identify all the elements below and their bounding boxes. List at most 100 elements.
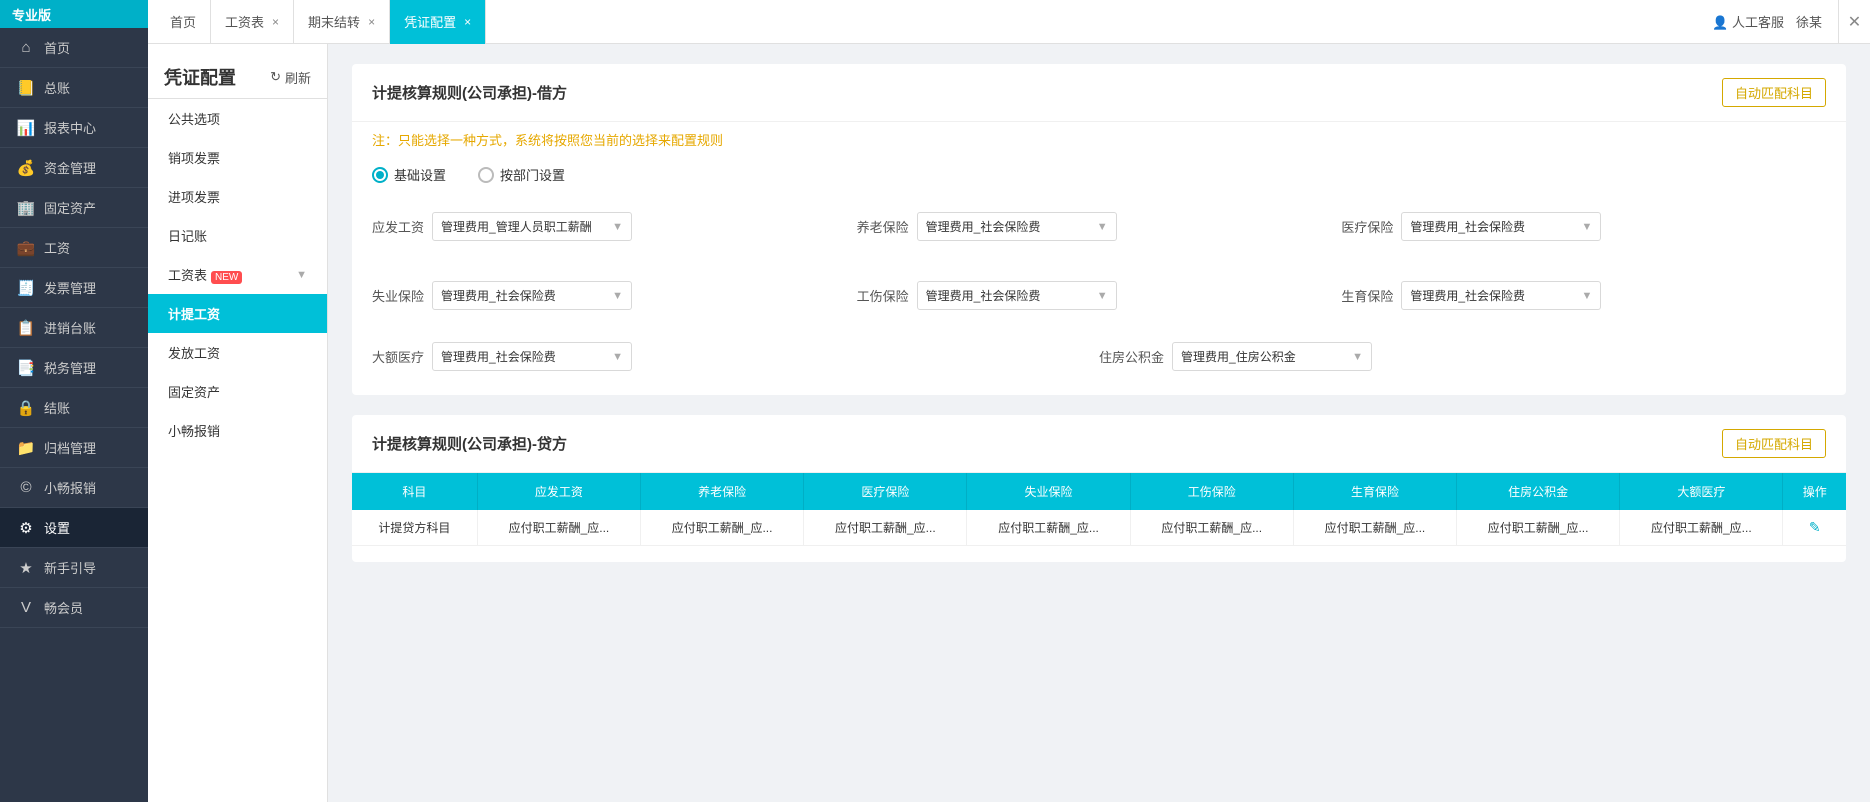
select-gongshang-baoxian-value: 管理费用_社会保险费: [926, 287, 1041, 304]
table-cell: 应付职工薪酬_应...: [1130, 510, 1293, 546]
credit-table-wrapper: 科目应发工资养老保险医疗保险失业保险工伤保险生育保险住房公积金大额医疗操作 计提…: [352, 473, 1846, 562]
sub-sidebar-item-sales-invoice[interactable]: 销项发票: [148, 138, 327, 177]
sidebar-item-xiaochang-expense[interactable]: ©小畅报销: [0, 468, 148, 508]
sidebar-item-reports[interactable]: 📊 报表中心: [0, 108, 148, 148]
sub-sidebar-item-xiaochang-expense-sub[interactable]: 小畅报销: [148, 411, 327, 450]
tab-home[interactable]: 首页: [156, 0, 211, 44]
select-yiliao-baoxian-value: 管理费用_社会保险费: [1410, 218, 1525, 235]
credit-auto-match-button[interactable]: 自动匹配科目: [1722, 429, 1826, 458]
sub-sidebar: 凭证配置 ↻ 刷新 公共选项销项发票进项发票日记账工资表NEW▼计提工资发放工资…: [148, 44, 328, 802]
sidebar-item-purchase-sales[interactable]: 📋 进销台账: [0, 308, 148, 348]
sidebar-label-closing: 结账: [44, 398, 70, 417]
tabs-bar: 首页工资表×期末结转×凭证配置× 👤 人工客服 徐某 ✕: [148, 0, 1870, 44]
select-shengyu-baoxian[interactable]: 管理费用_社会保险费 ▼: [1401, 281, 1601, 310]
select-zhufang-gongjin[interactable]: 管理费用_住房公积金 ▼: [1172, 342, 1372, 371]
sub-sidebar-item-payroll-table[interactable]: 工资表NEW▼: [148, 255, 327, 294]
sub-sidebar-label-fixed-assets-sub: 固定资产: [168, 382, 220, 401]
chevron-down-icon: ▼: [1581, 290, 1592, 302]
debit-fields-row2: 失业保险 管理费用_社会保险费 ▼ 工伤保险 管理费用_社会保险费 ▼: [352, 265, 1846, 334]
sub-sidebar-label-pay-salary: 发放工资: [168, 343, 220, 362]
sub-sidebar-label-sales-invoice: 销项发票: [168, 148, 220, 167]
debit-section-title: 计提核算规则(公司承担)-借方: [372, 82, 567, 103]
sidebar-label-purchase-sales: 进销台账: [44, 318, 96, 337]
table-cell: 应付职工薪酬_应...: [477, 510, 640, 546]
sidebar-item-tax-mgmt[interactable]: 📑税务管理: [0, 348, 148, 388]
tab-close-period-close[interactable]: ×: [368, 15, 375, 29]
sidebar-icon-archive: 📁: [16, 439, 36, 457]
credit-section-title: 计提核算规则(公司承担)-贷方: [372, 433, 567, 454]
sub-sidebar-item-journal[interactable]: 日记账: [148, 216, 327, 255]
sidebar-label-vip: 畅会员: [44, 598, 83, 617]
sidebar-label-guide: 新手引导: [44, 558, 96, 577]
debit-auto-match-button[interactable]: 自动匹配科目: [1722, 78, 1826, 107]
sub-sidebar-item-purchase-invoice[interactable]: 进项发票: [148, 177, 327, 216]
select-shiye-baoxian[interactable]: 管理费用_社会保险费 ▼: [432, 281, 632, 310]
chevron-down-icon: ▼: [1097, 290, 1108, 302]
tab-voucher-config[interactable]: 凭证配置 ×: [390, 0, 486, 44]
sub-sidebar-item-calc-salary[interactable]: 计提工资: [148, 294, 327, 333]
select-shengyu-baoxian-value: 管理费用_社会保险费: [1410, 287, 1525, 304]
sidebar-item-general-ledger[interactable]: 📒总账: [0, 68, 148, 108]
sub-sidebar-item-public-options[interactable]: 公共选项: [148, 99, 327, 138]
sidebar-label-invoice-mgmt: 发票管理: [44, 278, 96, 297]
sidebar-item-funds[interactable]: 💰资金管理: [0, 148, 148, 188]
tab-close-voucher-config[interactable]: ×: [464, 15, 471, 29]
tab-period-close[interactable]: 期末结转×: [294, 0, 390, 44]
sub-sidebar-item-fixed-assets-sub[interactable]: 固定资产: [148, 372, 327, 411]
sidebar-item-vip[interactable]: V畅会员: [0, 588, 148, 628]
new-badge: NEW: [211, 271, 242, 284]
chevron-down-icon: ▼: [1352, 351, 1363, 363]
sidebar-item-settings[interactable]: ⚙设置: [0, 508, 148, 548]
select-da-e-yiliao-value: 管理费用_社会保险费: [441, 348, 556, 365]
sidebar-item-fixed-assets[interactable]: 🏢固定资产: [0, 188, 148, 228]
sidebar-label-home: 首页: [44, 38, 70, 57]
sub-sidebar-label-public-options: 公共选项: [168, 109, 220, 128]
tab-label-payroll: 工资表: [225, 12, 264, 31]
sidebar-item-salary[interactable]: 💼工资: [0, 228, 148, 268]
select-yanglao-baoxian-value: 管理费用_社会保险费: [926, 218, 1041, 235]
field-zhufang-gongjin: 住房公积金 管理费用_住房公积金 ▼: [1099, 334, 1826, 379]
label-ying-fa-gongzi: 应发工资: [372, 217, 424, 236]
sidebar-item-archive[interactable]: 📁 归档管理: [0, 428, 148, 468]
edit-icon[interactable]: ✎: [1783, 510, 1846, 546]
sidebar-item-closing[interactable]: 🔒 结账: [0, 388, 148, 428]
select-gongshang-baoxian[interactable]: 管理费用_社会保险费 ▼: [917, 281, 1117, 310]
col-header-住房公积金: 住房公积金: [1457, 473, 1620, 510]
label-da-e-yiliao: 大额医疗: [372, 347, 424, 366]
refresh-button[interactable]: ↻ 刷新: [270, 68, 311, 87]
label-yiliao-baoxian: 医疗保险: [1341, 217, 1393, 236]
radio-basic[interactable]: 基础设置: [372, 165, 446, 184]
tab-close-payroll[interactable]: ×: [272, 15, 279, 29]
sidebar-icon-closing: 🔒: [16, 399, 36, 417]
field-yanglao-baoxian: 养老保险 管理费用_社会保险费 ▼: [857, 204, 1342, 249]
select-yiliao-baoxian[interactable]: 管理费用_社会保险费 ▼: [1401, 212, 1601, 241]
sidebar-icon-salary: 💼: [16, 239, 36, 257]
tab-payroll[interactable]: 工资表 ×: [211, 0, 294, 44]
col-header-大额医疗: 大额医疗: [1620, 473, 1783, 510]
radio-dept[interactable]: 按部门设置: [478, 165, 565, 184]
sidebar-icon-guide: ★: [16, 559, 36, 577]
label-shiye-baoxian: 失业保险: [372, 286, 424, 305]
select-da-e-yiliao[interactable]: 管理费用_社会保险费 ▼: [432, 342, 632, 371]
select-yanglao-baoxian[interactable]: 管理费用_社会保险费 ▼: [917, 212, 1117, 241]
sidebar-item-guide[interactable]: ★ 新手引导: [0, 548, 148, 588]
sidebar-icon-purchase-sales: 📋: [16, 319, 36, 337]
debit-section: 计提核算规则(公司承担)-借方 自动匹配科目 注：只能选择一种方式，系统将按照您…: [352, 64, 1846, 395]
window-close-button[interactable]: ✕: [1838, 0, 1870, 44]
app-title: 专业版: [0, 0, 148, 28]
user-service[interactable]: 👤 人工客服: [1712, 12, 1784, 31]
tab-label-home: 首页: [170, 12, 196, 31]
table-row: 计提贷方科目应付职工薪酬_应...应付职工薪酬_应...应付职工薪酬_应...应…: [352, 510, 1846, 546]
sidebar-item-invoice-mgmt[interactable]: 🧾发票管理: [0, 268, 148, 308]
field-da-e-yiliao: 大额医疗 管理费用_社会保险费 ▼: [372, 334, 1099, 379]
label-shengyu-baoxian: 生育保险: [1341, 286, 1393, 305]
select-ying-fa-gongzi[interactable]: 管理费用_管理人员职工薪酬 ▼: [432, 212, 632, 241]
sidebar-icon-tax-mgmt: 📑: [16, 359, 36, 377]
sub-sidebar-item-pay-salary[interactable]: 发放工资: [148, 333, 327, 372]
sidebar-icon-reports: 📊: [16, 119, 36, 137]
sidebar-label-reports: 报表中心: [44, 118, 96, 137]
tab-label-voucher-config: 凭证配置: [404, 12, 456, 31]
sidebar-label-funds: 资金管理: [44, 158, 96, 177]
sidebar-item-home[interactable]: ⌂首页: [0, 28, 148, 68]
sidebar-label-archive: 归档管理: [44, 438, 96, 457]
